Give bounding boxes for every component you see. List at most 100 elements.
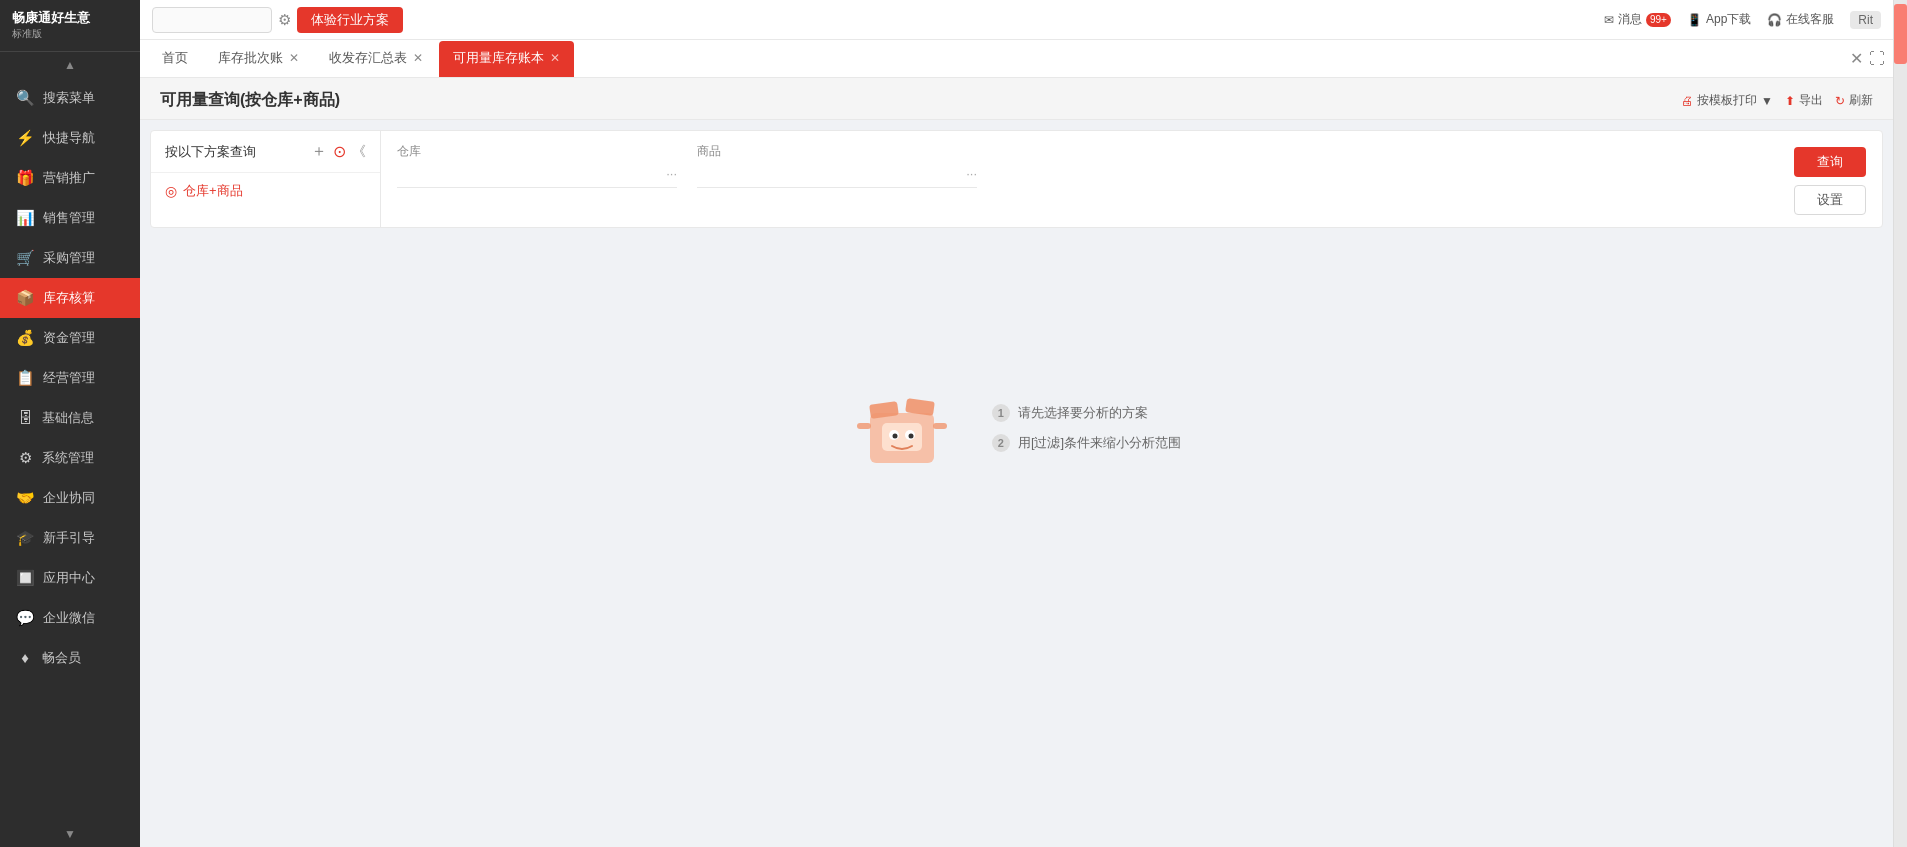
sidebar-item-basic[interactable]: 🗄基础信息 [0,398,140,438]
sidebar-item-finance[interactable]: 💰资金管理 [0,318,140,358]
scroll-down-arrow[interactable]: ▼ [58,825,82,843]
sidebar-scroll-up[interactable]: ▲ [0,52,140,78]
topbar: ⚙ 体验行业方案 ✉ 消息 99+ 📱 App下载 🎧 在线客服 Rit [140,0,1893,40]
expand-tabs-icon[interactable]: ⛶ [1869,50,1885,68]
tip-text-1: 请先选择要分析的方案 [1018,404,1148,422]
query-sidebar-label: 按以下方案查询 [165,143,256,161]
sidebar-item-cooperation[interactable]: 🤝 企业协同 [0,478,140,518]
empty-tip-2: 2 用[过滤]条件来缩小分析范围 [992,434,1181,452]
export-button[interactable]: ⬆ 导出 [1785,92,1823,109]
print-button[interactable]: 🖨 按模板打印 ▼ [1681,92,1773,109]
sidebar-item-shortcut[interactable]: ⚡快捷导航 [0,118,140,158]
scheme-item-warehouse-product[interactable]: ◎ 仓库+商品 [151,173,380,209]
sidebar-item-label: 系统管理 [42,449,94,467]
right-scrollbar[interactable] [1893,0,1907,847]
query-area: 按以下方案查询 ＋ ⊙ 《 ◎ 仓库+商品 仓库 [150,130,1883,228]
add-scheme-button[interactable]: ＋ [311,141,327,162]
print-icon: 🖨 [1681,94,1693,108]
warehouse-ellipsis-button[interactable]: ··· [666,166,677,181]
tab-close-summary[interactable]: ✕ [413,51,423,65]
print-dropdown-icon[interactable]: ▼ [1761,94,1773,108]
scroll-up-arrow[interactable]: ▲ [58,56,82,74]
tab-summary[interactable]: 收发存汇总表 ✕ [315,41,437,77]
main-content: ⚙ 体验行业方案 ✉ 消息 99+ 📱 App下载 🎧 在线客服 Rit 首 [140,0,1893,847]
tip-text-2: 用[过滤]条件来缩小分析范围 [1018,434,1181,452]
sidebar-item-sales[interactable]: 📊销售管理 [0,198,140,238]
online-service-label: 在线客服 [1786,11,1834,28]
sidebar-item-purchase[interactable]: 🛒 采购管理 [0,238,140,278]
wechat-icon: 💬 [16,609,35,627]
svg-rect-8 [857,423,871,429]
warehouse-input[interactable] [397,164,662,183]
collapse-sidebar-button[interactable]: 《 [352,143,366,161]
sidebar-item-wechat[interactable]: 💬 企业微信 [0,598,140,638]
sidebar-item-operation[interactable]: 📋经营管理 [0,358,140,398]
settings-button[interactable]: 设置 [1794,185,1866,215]
sidebar-item-label: 销售管理 [43,209,95,227]
refresh-icon: ↻ [1835,94,1845,108]
sidebar-item-label: 采购管理 [43,249,95,267]
refresh-button[interactable]: ↻ 刷新 [1835,92,1873,109]
topbar-search-input[interactable] [152,7,272,33]
sidebar-item-label: 企业协同 [43,489,95,507]
query-form: 仓库 ··· 商品 ··· 查询 设置 [381,131,1882,227]
sidebar-item-label: 快捷导航 [43,129,95,147]
close-all-tabs-button[interactable]: ✕ [1850,49,1863,68]
tab-available[interactable]: 可用量库存账本 ✕ [439,41,574,77]
tab-close-batch[interactable]: ✕ [289,51,299,65]
app-download-button[interactable]: 📱 App下载 [1687,11,1751,28]
gear-icon[interactable]: ⚙ [278,11,291,29]
refresh-label: 刷新 [1849,92,1873,109]
tab-label-available: 可用量库存账本 [453,49,544,67]
page-title: 可用量查询(按仓库+商品) [160,90,340,111]
trial-button[interactable]: 体验行业方案 [297,7,403,33]
scrollbar-thumb[interactable] [1894,4,1907,64]
sidebar-item-member[interactable]: ♦畅会员 [0,638,140,678]
tab-batch[interactable]: 库存批次账 ✕ [204,41,313,77]
tab-label-summary: 收发存汇总表 [329,49,407,67]
svg-point-7 [908,434,913,439]
empty-tip-1: 1 请先选择要分析的方案 [992,404,1181,422]
query-sidebar-actions: ＋ ⊙ 《 [311,141,366,162]
query-button[interactable]: 查询 [1794,147,1866,177]
appstore-icon: 🔲 [16,569,35,587]
sidebar-logo-title: 畅康通好生意 [12,10,128,27]
print-label: 按模板打印 [1697,92,1757,109]
query-sidebar: 按以下方案查询 ＋ ⊙ 《 ◎ 仓库+商品 [151,131,381,227]
headset-icon: 🎧 [1767,13,1782,27]
sidebar-item-label: 基础信息 [42,409,94,427]
operation-icon: 📋 [16,369,35,387]
sidebar-item-label: 企业微信 [43,609,95,627]
sidebar: 畅康通好生意 标准版 ▲ 🔍搜索菜单⚡快捷导航🎁营销推广📊销售管理🛒采购管理📦库… [0,0,140,847]
scheme-label: 仓库+商品 [183,182,243,200]
sidebar-item-label: 畅会员 [42,649,81,667]
purchase-icon: 🛒 [16,249,35,267]
sidebar-item-search[interactable]: 🔍搜索菜单 [0,78,140,118]
topbar-left: ⚙ 体验行业方案 [152,7,1596,33]
sidebar-item-system[interactable]: ⚙系统管理 [0,438,140,478]
product-input-wrapper: ··· [697,164,977,188]
sidebar-item-inventory[interactable]: 📦库存核算 [0,278,140,318]
page-actions: 🖨 按模板打印 ▼ ⬆ 导出 ↻ 刷新 [1681,92,1873,109]
cooperation-icon: 🤝 [16,489,35,507]
product-field-label: 商品 [697,143,977,160]
user-avatar[interactable]: Rit [1850,11,1881,29]
warehouse-field: 仓库 ··· [397,143,677,188]
sidebar-item-marketing[interactable]: 🎁营销推广 [0,158,140,198]
phone-icon: 📱 [1687,13,1702,27]
scheme-settings-button[interactable]: ⊙ [333,142,346,161]
tab-label-batch: 库存批次账 [218,49,283,67]
online-service-button[interactable]: 🎧 在线客服 [1767,11,1834,28]
message-button[interactable]: ✉ 消息 99+ [1604,11,1671,28]
sidebar-item-newbie[interactable]: 🎓新手引导 [0,518,140,558]
svg-rect-9 [933,423,947,429]
tab-close-available[interactable]: ✕ [550,51,560,65]
tab-label-home: 首页 [162,49,188,67]
sidebar-item-appstore[interactable]: 🔲应用中心 [0,558,140,598]
tip-num-1: 1 [992,404,1010,422]
topbar-right: ✉ 消息 99+ 📱 App下载 🎧 在线客服 Rit [1604,11,1881,29]
product-ellipsis-button[interactable]: ··· [966,166,977,181]
sidebar-scroll-down[interactable]: ▼ [0,821,140,847]
product-input[interactable] [697,164,962,183]
tab-home[interactable]: 首页 [148,41,202,77]
